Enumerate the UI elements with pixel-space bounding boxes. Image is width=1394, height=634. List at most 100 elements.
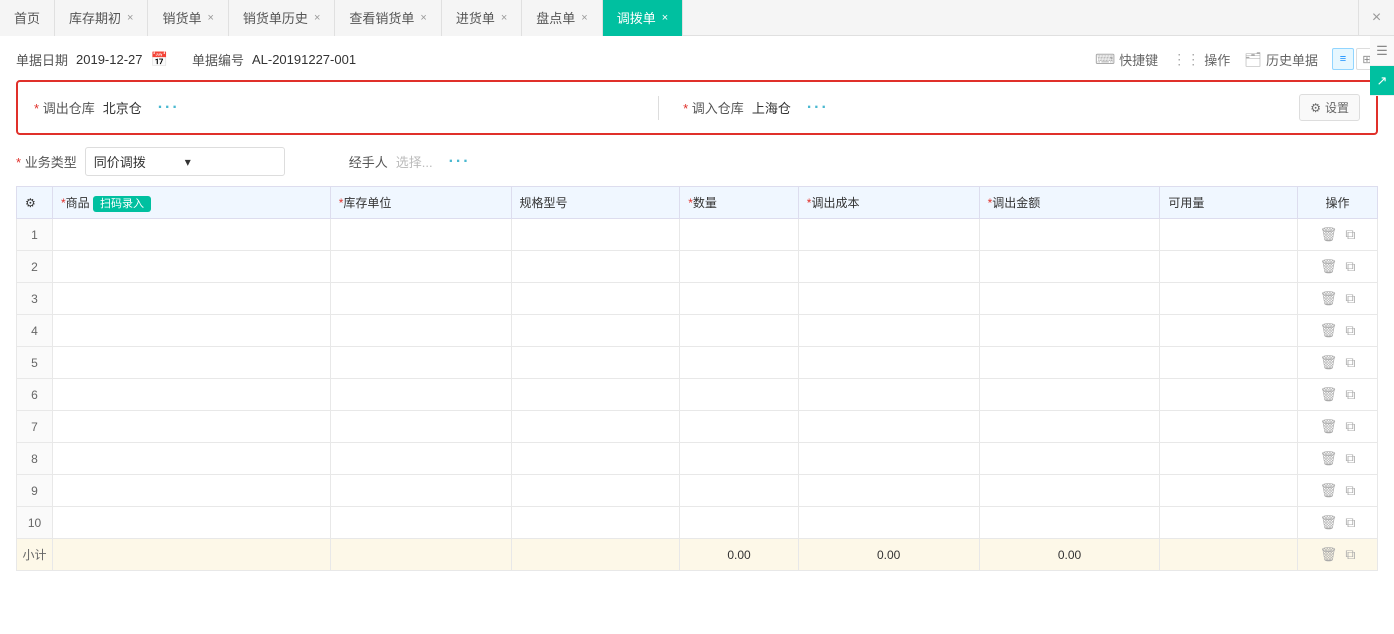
row-delete-icon-1[interactable]: 🗑 bbox=[1320, 226, 1338, 243]
cell-spec-8[interactable] bbox=[511, 443, 680, 475]
tab-close-inventory-check[interactable]: × bbox=[581, 12, 587, 24]
cell-unit-8[interactable] bbox=[330, 443, 511, 475]
cell-unit-3[interactable] bbox=[330, 283, 511, 315]
sidebar-export-icon[interactable]: ↗ bbox=[1370, 66, 1394, 96]
cell-spec-7[interactable] bbox=[511, 411, 680, 443]
cell-amount-5[interactable] bbox=[979, 347, 1160, 379]
cell-quantity-4[interactable] bbox=[680, 315, 799, 347]
tab-inventory-check[interactable]: 盘点单 × bbox=[522, 0, 602, 36]
cell-cost-1[interactable] bbox=[798, 219, 979, 251]
cell-spec-6[interactable] bbox=[511, 379, 680, 411]
cell-cost-6[interactable] bbox=[798, 379, 979, 411]
tab-transfer-order[interactable]: 调拨单 × bbox=[603, 0, 683, 36]
row-delete-icon-2[interactable]: 🗑 bbox=[1320, 258, 1338, 275]
row-delete-icon-9[interactable]: 🗑 bbox=[1320, 482, 1338, 499]
shortcuts-btn[interactable]: ⌨ 快捷键 bbox=[1095, 50, 1158, 69]
row-delete-icon-6[interactable]: 🗑 bbox=[1320, 386, 1338, 403]
cell-product-5[interactable] bbox=[53, 347, 331, 379]
cell-amount-4[interactable] bbox=[979, 315, 1160, 347]
operations-btn[interactable]: ⋮⋮ 操作 bbox=[1172, 50, 1230, 69]
row-copy-icon-2[interactable]: ⧉ bbox=[1345, 258, 1355, 275]
row-copy-icon-1[interactable]: ⧉ bbox=[1345, 226, 1355, 243]
cell-unit-10[interactable] bbox=[330, 507, 511, 539]
out-warehouse-value[interactable]: 北京仓 bbox=[103, 98, 142, 117]
table-scroll[interactable]: ⚙ *商品 扫码录入 *库存单位 规格型号 *数量 *调出成本 *调出金额 可用… bbox=[16, 186, 1378, 571]
cell-spec-2[interactable] bbox=[511, 251, 680, 283]
subtotal-delete-icon[interactable]: 🗑 bbox=[1320, 546, 1338, 563]
cell-amount-2[interactable] bbox=[979, 251, 1160, 283]
row-delete-icon-3[interactable]: 🗑 bbox=[1320, 290, 1338, 307]
row-copy-icon-10[interactable]: ⧉ bbox=[1345, 514, 1355, 531]
row-delete-icon-4[interactable]: 🗑 bbox=[1320, 322, 1338, 339]
layout-list-btn[interactable]: ≡ bbox=[1332, 48, 1354, 70]
cell-quantity-7[interactable] bbox=[680, 411, 799, 443]
cell-spec-9[interactable] bbox=[511, 475, 680, 507]
cell-spec-4[interactable] bbox=[511, 315, 680, 347]
handler-more[interactable]: ··· bbox=[449, 153, 471, 171]
cell-spec-5[interactable] bbox=[511, 347, 680, 379]
cell-cost-10[interactable] bbox=[798, 507, 979, 539]
cell-product-4[interactable] bbox=[53, 315, 331, 347]
cell-unit-1[interactable] bbox=[330, 219, 511, 251]
barcode-scan-btn[interactable]: 扫码录入 bbox=[93, 196, 151, 212]
cell-product-3[interactable] bbox=[53, 283, 331, 315]
row-copy-icon-6[interactable]: ⧉ bbox=[1345, 386, 1355, 403]
tab-bar-close[interactable]: × bbox=[1358, 0, 1394, 36]
cell-unit-9[interactable] bbox=[330, 475, 511, 507]
tab-close-view-sales[interactable]: × bbox=[420, 12, 426, 24]
tab-close-sales-order[interactable]: × bbox=[207, 12, 213, 24]
row-delete-icon-10[interactable]: 🗑 bbox=[1320, 514, 1338, 531]
cell-amount-8[interactable] bbox=[979, 443, 1160, 475]
cell-spec-1[interactable] bbox=[511, 219, 680, 251]
cell-quantity-2[interactable] bbox=[680, 251, 799, 283]
subtotal-copy-icon[interactable]: ⧉ bbox=[1345, 546, 1355, 563]
cell-unit-4[interactable] bbox=[330, 315, 511, 347]
date-value[interactable]: 2019-12-27 bbox=[76, 52, 143, 67]
cell-spec-10[interactable] bbox=[511, 507, 680, 539]
tab-view-sales[interactable]: 查看销货单 × bbox=[335, 0, 441, 36]
cell-spec-3[interactable] bbox=[511, 283, 680, 315]
cell-product-9[interactable] bbox=[53, 475, 331, 507]
cell-product-7[interactable] bbox=[53, 411, 331, 443]
tab-sales-order[interactable]: 销货单 × bbox=[148, 0, 228, 36]
row-copy-icon-5[interactable]: ⧉ bbox=[1345, 354, 1355, 371]
cell-cost-5[interactable] bbox=[798, 347, 979, 379]
calendar-icon[interactable]: 📅 bbox=[151, 51, 168, 68]
cell-cost-4[interactable] bbox=[798, 315, 979, 347]
cell-amount-6[interactable] bbox=[979, 379, 1160, 411]
cell-amount-3[interactable] bbox=[979, 283, 1160, 315]
cell-product-8[interactable] bbox=[53, 443, 331, 475]
cell-quantity-3[interactable] bbox=[680, 283, 799, 315]
sidebar-list-icon[interactable]: ☰ bbox=[1370, 36, 1394, 66]
cell-amount-10[interactable] bbox=[979, 507, 1160, 539]
cell-amount-9[interactable] bbox=[979, 475, 1160, 507]
cell-quantity-5[interactable] bbox=[680, 347, 799, 379]
cell-cost-7[interactable] bbox=[798, 411, 979, 443]
tab-close-purchase-order[interactable]: × bbox=[501, 12, 507, 24]
cell-cost-3[interactable] bbox=[798, 283, 979, 315]
tab-inventory-init[interactable]: 库存期初 × bbox=[55, 0, 148, 36]
handler-placeholder[interactable]: 选择... bbox=[396, 152, 433, 171]
cell-unit-2[interactable] bbox=[330, 251, 511, 283]
panel-settings-btn[interactable]: ⚙ 设置 bbox=[1299, 94, 1360, 121]
row-delete-icon-8[interactable]: 🗑 bbox=[1320, 450, 1338, 467]
history-btn[interactable]: 🗂 历史单据 bbox=[1244, 50, 1318, 69]
cell-cost-9[interactable] bbox=[798, 475, 979, 507]
cell-unit-7[interactable] bbox=[330, 411, 511, 443]
row-copy-icon-9[interactable]: ⧉ bbox=[1345, 482, 1355, 499]
tab-home[interactable]: 首页 bbox=[0, 0, 55, 36]
cell-product-6[interactable] bbox=[53, 379, 331, 411]
tab-purchase-order[interactable]: 进货单 × bbox=[442, 0, 522, 36]
cell-quantity-8[interactable] bbox=[680, 443, 799, 475]
cell-amount-1[interactable] bbox=[979, 219, 1160, 251]
row-copy-icon-3[interactable]: ⧉ bbox=[1345, 290, 1355, 307]
row-delete-icon-5[interactable]: 🗑 bbox=[1320, 354, 1338, 371]
tab-close-inventory-init[interactable]: × bbox=[127, 12, 133, 24]
row-copy-icon-8[interactable]: ⧉ bbox=[1345, 450, 1355, 467]
tab-sales-history[interactable]: 销货单历史 × bbox=[229, 0, 335, 36]
out-warehouse-more[interactable]: ··· bbox=[158, 99, 180, 117]
cell-quantity-6[interactable] bbox=[680, 379, 799, 411]
cell-quantity-9[interactable] bbox=[680, 475, 799, 507]
in-warehouse-more[interactable]: ··· bbox=[807, 99, 829, 117]
row-copy-icon-4[interactable]: ⧉ bbox=[1345, 322, 1355, 339]
